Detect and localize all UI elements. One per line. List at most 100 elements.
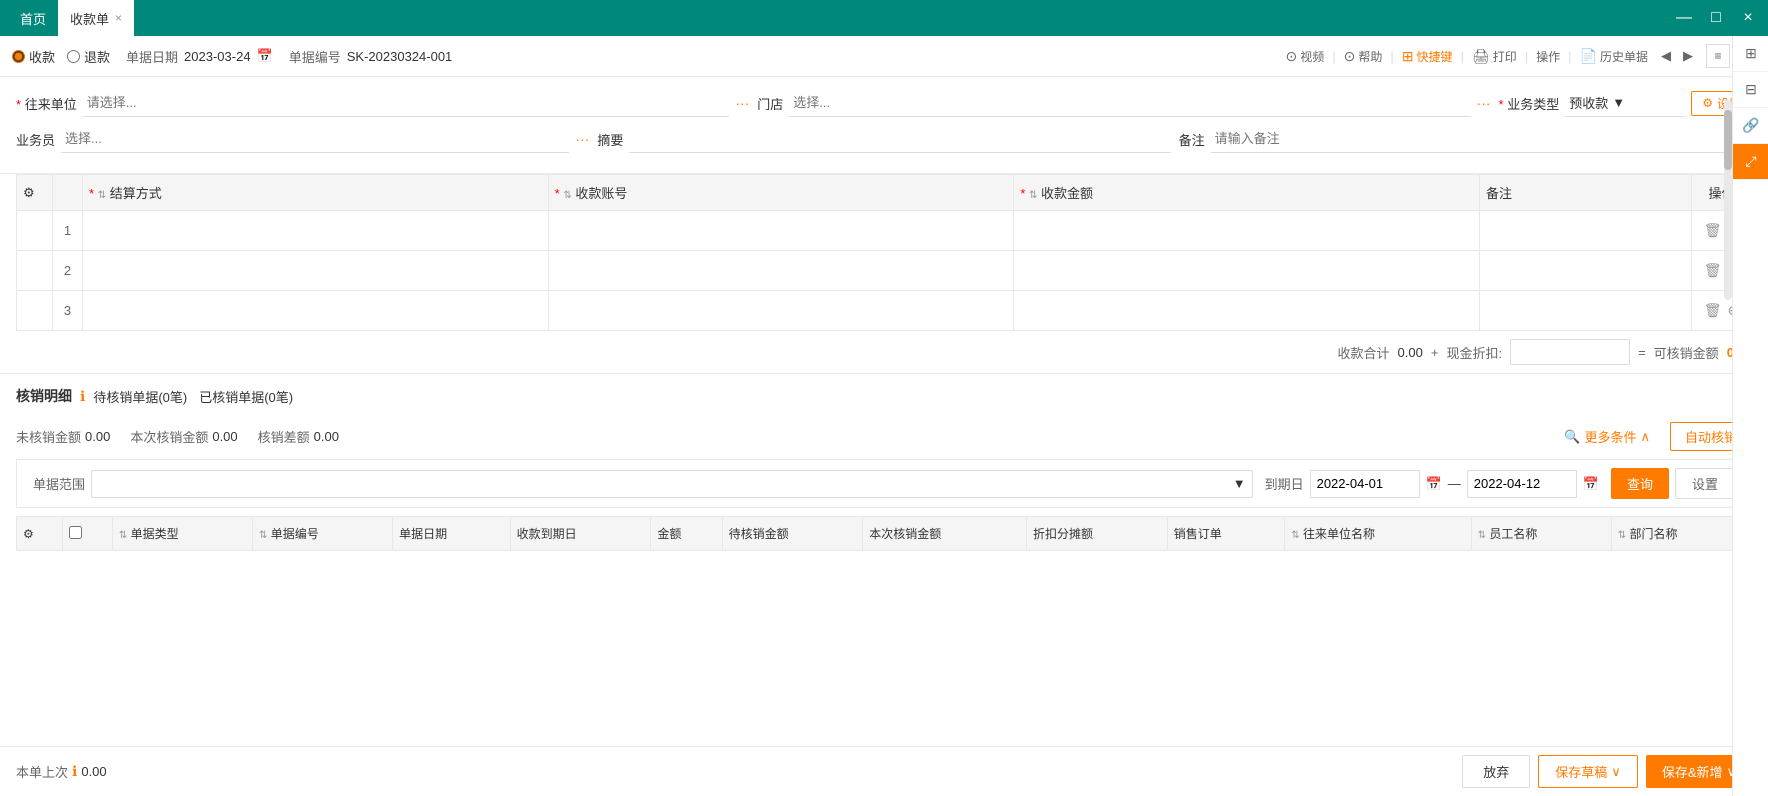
video-label: 视频 [1300,48,1324,65]
date-from-cal-icon[interactable]: 📅 [1426,476,1442,492]
footer-info-icon[interactable]: ℹ [72,763,77,780]
settlement-cell-2[interactable] [83,251,549,291]
calendar-icon[interactable]: 📅 [257,48,273,64]
sidebar-expand-icon[interactable]: ⤢ [1733,144,1768,180]
delete-row-1-icon[interactable]: 🗑 [1704,222,1722,239]
salesman-input[interactable] [61,125,569,153]
settlement-cell-1[interactable] [83,211,549,251]
gear-column-header[interactable]: ⚙ [17,175,53,211]
amount-cell-3[interactable] [1014,291,1480,331]
row-gear-3 [17,291,53,331]
partner-input[interactable] [83,89,730,117]
bt-employee-header: ⇅ 员工名称 [1471,517,1611,551]
date-from-input[interactable] [1310,470,1420,498]
partner-more-icon[interactable]: ··· [735,95,749,111]
maximize-icon[interactable]: □ [1704,6,1728,30]
partner-label: * 往来单位 [16,94,77,113]
more-conditions-btn[interactable]: 🔍 更多条件 ∧ [1564,427,1650,446]
close-tab-icon[interactable]: × [115,11,122,25]
business-type-label: * 业务类型 [1499,94,1560,113]
sidebar-list-icon[interactable]: ⊟ [1733,72,1768,108]
bt-gear-header[interactable]: ⚙ [17,517,63,551]
range-select[interactable]: ▼ [91,470,1253,498]
done-tab[interactable]: 已核销单据(0笔) [199,387,293,406]
help-label: 帮助 [1358,48,1382,65]
verification-info-icon[interactable]: ℹ [80,388,85,405]
summary-label: 摘要 [597,130,623,149]
remarks-field: 备注 [1179,125,1752,153]
next-arrow[interactable]: ▶ [1678,46,1698,66]
store-input[interactable] [789,89,1470,117]
list-view-btn[interactable]: ≡ [1706,44,1730,68]
bt-amount-header: 金额 [651,517,722,551]
history-action[interactable]: 📄 历史单据 [1580,48,1648,65]
row-gear-2 [17,251,53,291]
account-cell-1[interactable] [548,211,1014,251]
radio-refund[interactable]: 退款 [67,47,110,66]
bill-number-info: 单据编号 SK-20230324-001 [289,47,453,66]
video-action[interactable]: ⊙ 视频 [1286,48,1325,65]
business-type-select[interactable]: 预收款 ▼ [1565,89,1685,117]
delete-row-3-icon[interactable]: 🗑 [1704,302,1722,319]
range-filter-field: 单据范围 ▼ [33,470,1253,498]
sidebar-attachment-icon[interactable]: 🔗 [1733,108,1768,144]
per-bill-label: 本单上次 [16,762,68,781]
range-label: 单据范围 [33,474,85,493]
abandon-button[interactable]: 放弃 [1462,755,1530,788]
sep4: | [1525,49,1528,64]
summary-field: 摘要 [597,125,1170,153]
discount-input[interactable] [1510,339,1630,365]
shortcut-action[interactable]: ⊞ 快捷键 [1402,48,1453,65]
help-action[interactable]: ⊙ 帮助 [1344,48,1383,65]
amount-cell-1[interactable] [1014,211,1480,251]
save-draft-button[interactable]: 保存草稿 ∨ [1538,755,1638,788]
scrollbar-thumb[interactable] [1724,110,1732,170]
amount-cell-2[interactable] [1014,251,1480,291]
radio-receive[interactable]: 收款 [12,47,55,66]
nav-home[interactable]: 首页 [8,0,58,36]
remark-cell-3[interactable] [1480,291,1692,331]
scrollbar-track[interactable] [1724,100,1732,300]
account-cell-3[interactable] [548,291,1014,331]
bt-current-header: 本次核销金额 [863,517,1027,551]
filter-settings-button[interactable]: 设置 [1675,468,1735,499]
nav-arrows: ◀ ▶ [1656,46,1698,66]
remark-cell-2[interactable] [1480,251,1692,291]
operation-action[interactable]: 操作 [1536,48,1560,65]
summary-input[interactable] [629,125,1170,153]
operation-label: 操作 [1536,48,1560,65]
number-value: SK-20230324-001 [347,49,453,64]
select-all-checkbox[interactable] [69,526,82,539]
sep5: | [1568,49,1571,64]
query-button[interactable]: 查询 [1611,468,1669,499]
table-row: 1 🗑 ⊕ [17,211,1752,251]
discount-label: 现金折扣: [1446,343,1502,362]
pending-tab[interactable]: 待核销单据(0笔) [93,387,187,406]
date-from-label: 到期日 [1265,474,1304,493]
date-to-cal-icon[interactable]: 📅 [1583,476,1599,492]
nav-tab-receipt[interactable]: 收款单 × [58,0,134,36]
print-action[interactable]: 🖨 打印 [1472,48,1517,65]
sep1: | [1332,49,1335,64]
row-num-header [53,175,83,211]
print-icon: 🖨 [1472,48,1490,65]
bt-sales-order-header: 销售订单 [1167,517,1285,551]
prev-arrow[interactable]: ◀ [1656,46,1676,66]
remarks-input[interactable] [1211,125,1752,153]
date-value: 2023-03-24 [184,49,251,64]
minimize-icon[interactable]: — [1672,6,1696,30]
close-window-icon[interactable]: × [1736,6,1760,30]
save-new-label: 保存&新增 [1662,762,1723,781]
account-cell-2[interactable] [548,251,1014,291]
right-sidebar: ⊞ ⊟ 🔗 ⤢ [1732,36,1768,796]
date-to-input[interactable] [1467,470,1577,498]
table-row: 3 🗑 ⊕ [17,291,1752,331]
settlement-cell-3[interactable] [83,291,549,331]
store-more-icon[interactable]: ··· [1477,95,1491,111]
remark-cell-1[interactable] [1480,211,1692,251]
delete-row-2-icon[interactable]: 🗑 [1704,262,1722,279]
radio-receive-label: 收款 [29,47,55,66]
dropdown-arrow-icon: ▼ [1612,95,1625,110]
salesman-more-icon[interactable]: ··· [575,131,589,147]
sidebar-table-icon[interactable]: ⊞ [1733,36,1768,72]
